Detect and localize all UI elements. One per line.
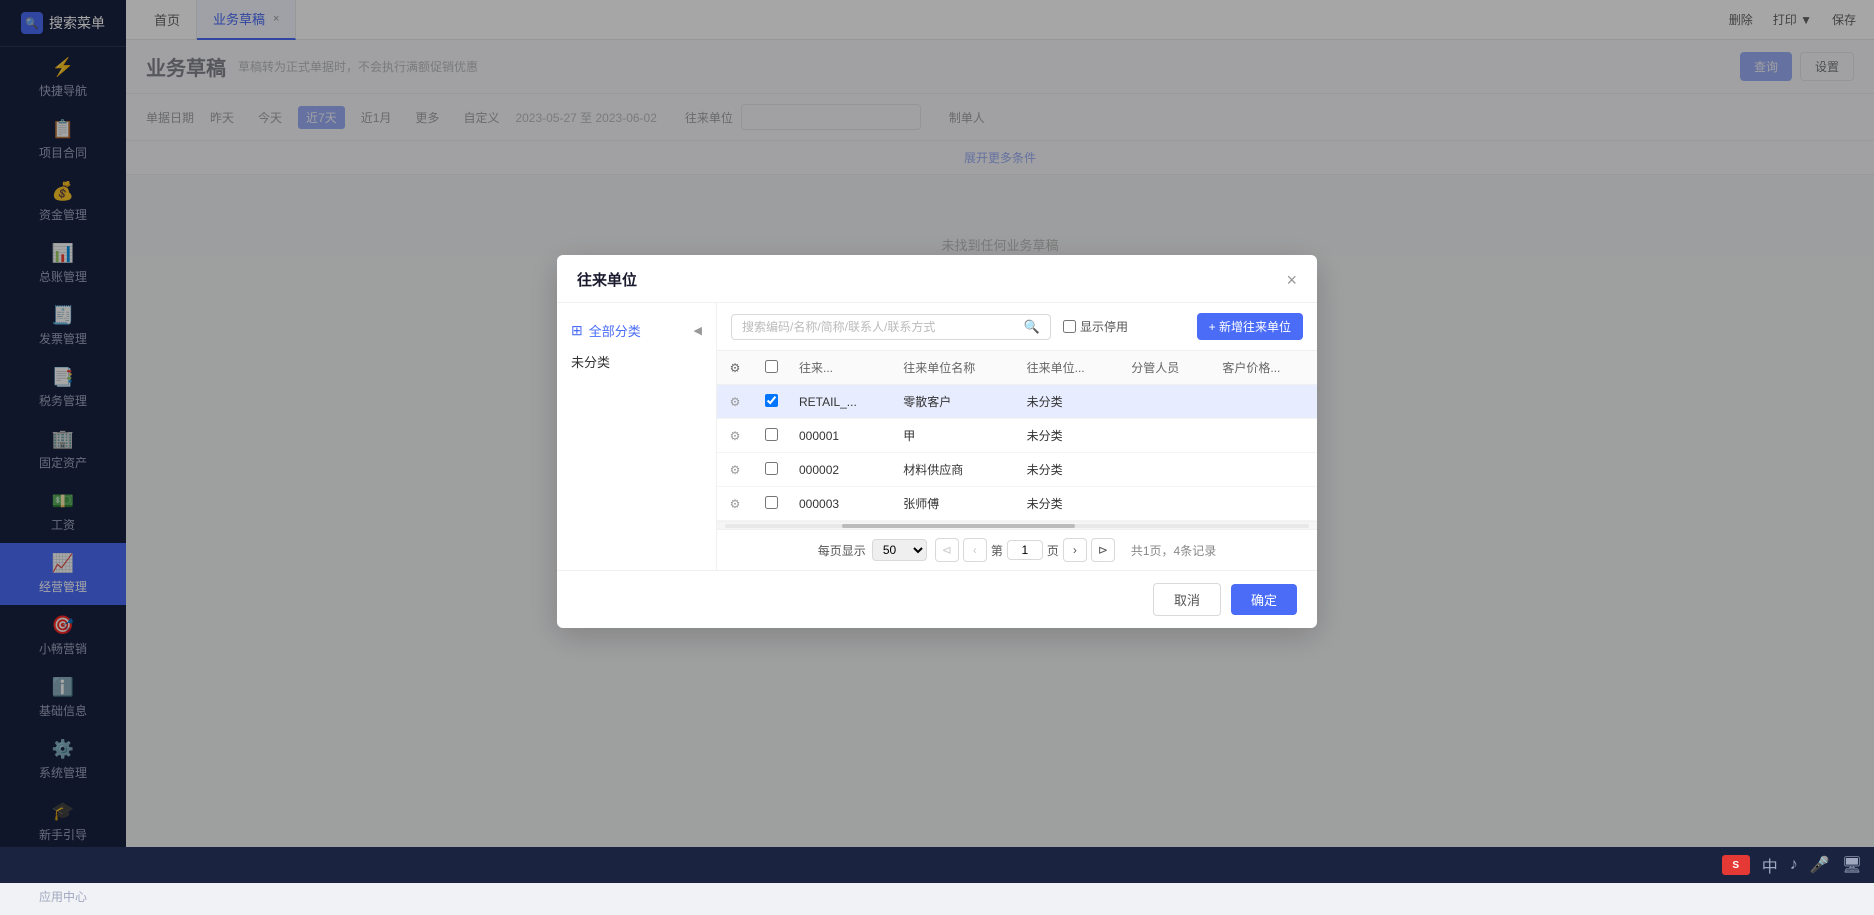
- row-code: 000002: [789, 453, 893, 487]
- taskbar-logo-icon: S: [1722, 855, 1750, 875]
- row-name: 张师傅: [893, 487, 1016, 521]
- page-suffix: 页: [1047, 542, 1059, 559]
- row-price: [1212, 487, 1317, 521]
- sidebar-item-label: 应用中心: [39, 888, 87, 905]
- search-input[interactable]: [742, 320, 1018, 334]
- table-row[interactable]: ⚙ RETAIL_... 零散客户 未分类: [717, 385, 1317, 419]
- scrollbar-track: [725, 524, 1309, 528]
- dialog-table: ⚙ 往来... 往来单位名称 往来单位... 分管人员 客户价格... ⚙: [717, 351, 1317, 521]
- category-all[interactable]: ⊞ 全部分类 ◀: [557, 315, 716, 346]
- search-icon: 🔍: [1024, 319, 1040, 335]
- row-manager: [1121, 453, 1212, 487]
- row-code: RETAIL_...: [789, 385, 893, 419]
- col-check: [753, 351, 789, 385]
- show-disabled-label[interactable]: 显示停用: [1063, 318, 1128, 335]
- horizontal-scrollbar[interactable]: [717, 521, 1317, 529]
- col-gear: ⚙: [717, 351, 753, 385]
- page-last-btn[interactable]: ⊳: [1091, 538, 1115, 562]
- category-all-label: 全部分类: [589, 321, 641, 340]
- gear-icon: ⚙: [730, 361, 741, 375]
- row-name: 材料供应商: [893, 453, 1016, 487]
- row-checkbox-cell[interactable]: [753, 385, 789, 419]
- page-first-btn[interactable]: ⊲: [935, 538, 959, 562]
- row-code: 000001: [789, 419, 893, 453]
- per-page-label: 每页显示: [818, 542, 866, 559]
- pagination: 每页显示 50 20 100 ⊲ ‹ 第 页 ›: [717, 529, 1317, 570]
- row-price: [1212, 453, 1317, 487]
- table-panel: 🔍 显示停用 + 新增往来单位 ⚙: [717, 303, 1317, 570]
- col-manager[interactable]: 分管人员: [1121, 351, 1212, 385]
- taskbar-bottom: S 中 ♪ 🎤 🖥: [0, 847, 1874, 883]
- page-next-btn[interactable]: ›: [1063, 538, 1087, 562]
- per-page-selector: 每页显示 50 20 100: [818, 539, 927, 561]
- page-label: 第: [991, 542, 1003, 559]
- row-name: 甲: [893, 419, 1016, 453]
- taskbar-zh-icon[interactable]: 中: [1762, 853, 1778, 877]
- row-checkbox-cell[interactable]: [753, 419, 789, 453]
- show-disabled-text: 显示停用: [1080, 318, 1128, 335]
- per-page-select[interactable]: 50 20 100: [872, 539, 927, 561]
- row-gear-cell: ⚙: [717, 487, 753, 521]
- row-checkbox-cell[interactable]: [753, 487, 789, 521]
- category-panel: ⊞ 全部分类 ◀ 未分类: [557, 303, 717, 570]
- page-nav: ⊲ ‹ 第 页 › ⊳: [935, 538, 1115, 562]
- page-input[interactable]: [1007, 540, 1043, 560]
- row-category: 未分类: [1017, 419, 1122, 453]
- dialog-title: 往来单位: [577, 269, 637, 290]
- row-checkbox-cell[interactable]: [753, 453, 789, 487]
- page-prev-btn[interactable]: ‹: [963, 538, 987, 562]
- row-manager: [1121, 419, 1212, 453]
- total-info: 共1页，4条记录: [1131, 542, 1216, 559]
- col-category[interactable]: 往来单位...: [1017, 351, 1122, 385]
- row-checkbox[interactable]: [765, 462, 778, 475]
- partner-dialog: 往来单位 × ⊞ 全部分类 ◀ 未分类 🔍: [557, 255, 1317, 628]
- cancel-button[interactable]: 取消: [1153, 583, 1221, 616]
- confirm-button[interactable]: 确定: [1231, 584, 1297, 615]
- row-price: [1212, 385, 1317, 419]
- row-gear-cell: ⚙: [717, 419, 753, 453]
- collapse-icon[interactable]: ◀: [694, 324, 702, 337]
- dialog-header: 往来单位 ×: [557, 255, 1317, 303]
- add-partner-btn[interactable]: + 新增往来单位: [1197, 313, 1303, 340]
- dialog-footer: 取消 确定: [557, 570, 1317, 628]
- row-category: 未分类: [1017, 385, 1122, 419]
- col-price[interactable]: 客户价格...: [1212, 351, 1317, 385]
- show-disabled-checkbox[interactable]: [1063, 320, 1076, 333]
- dialog-close-icon[interactable]: ×: [1286, 271, 1297, 289]
- table-row[interactable]: ⚙ 000001 甲 未分类: [717, 419, 1317, 453]
- row-category: 未分类: [1017, 487, 1122, 521]
- row-gear-cell: ⚙: [717, 385, 753, 419]
- table-row[interactable]: ⚙ 000002 材料供应商 未分类: [717, 453, 1317, 487]
- taskbar-screen-icon[interactable]: 🖥: [1842, 855, 1862, 875]
- scrollbar-thumb: [842, 524, 1076, 528]
- row-manager: [1121, 487, 1212, 521]
- col-code[interactable]: 往来...: [789, 351, 893, 385]
- row-checkbox[interactable]: [765, 428, 778, 441]
- select-all-checkbox[interactable]: [765, 360, 778, 373]
- row-price: [1212, 419, 1317, 453]
- row-code: 000003: [789, 487, 893, 521]
- dialog-body: ⊞ 全部分类 ◀ 未分类 🔍 显示停用: [557, 303, 1317, 570]
- row-manager: [1121, 385, 1212, 419]
- row-checkbox[interactable]: [765, 394, 778, 407]
- category-unclassified[interactable]: 未分类: [557, 346, 716, 377]
- row-gear-cell: ⚙: [717, 453, 753, 487]
- dialog-toolbar: 🔍 显示停用 + 新增往来单位: [717, 303, 1317, 351]
- row-category: 未分类: [1017, 453, 1122, 487]
- taskbar-music-icon[interactable]: ♪: [1790, 856, 1798, 874]
- row-name: 零散客户: [893, 385, 1016, 419]
- dialog-overlay: 往来单位 × ⊞ 全部分类 ◀ 未分类 🔍: [0, 0, 1874, 883]
- grid-icon: ⊞: [571, 322, 583, 339]
- row-checkbox[interactable]: [765, 496, 778, 509]
- search-box: 🔍: [731, 314, 1051, 340]
- table-row[interactable]: ⚙ 000003 张师傅 未分类: [717, 487, 1317, 521]
- col-name[interactable]: 往来单位名称: [893, 351, 1016, 385]
- taskbar-mic-icon[interactable]: 🎤: [1810, 855, 1830, 875]
